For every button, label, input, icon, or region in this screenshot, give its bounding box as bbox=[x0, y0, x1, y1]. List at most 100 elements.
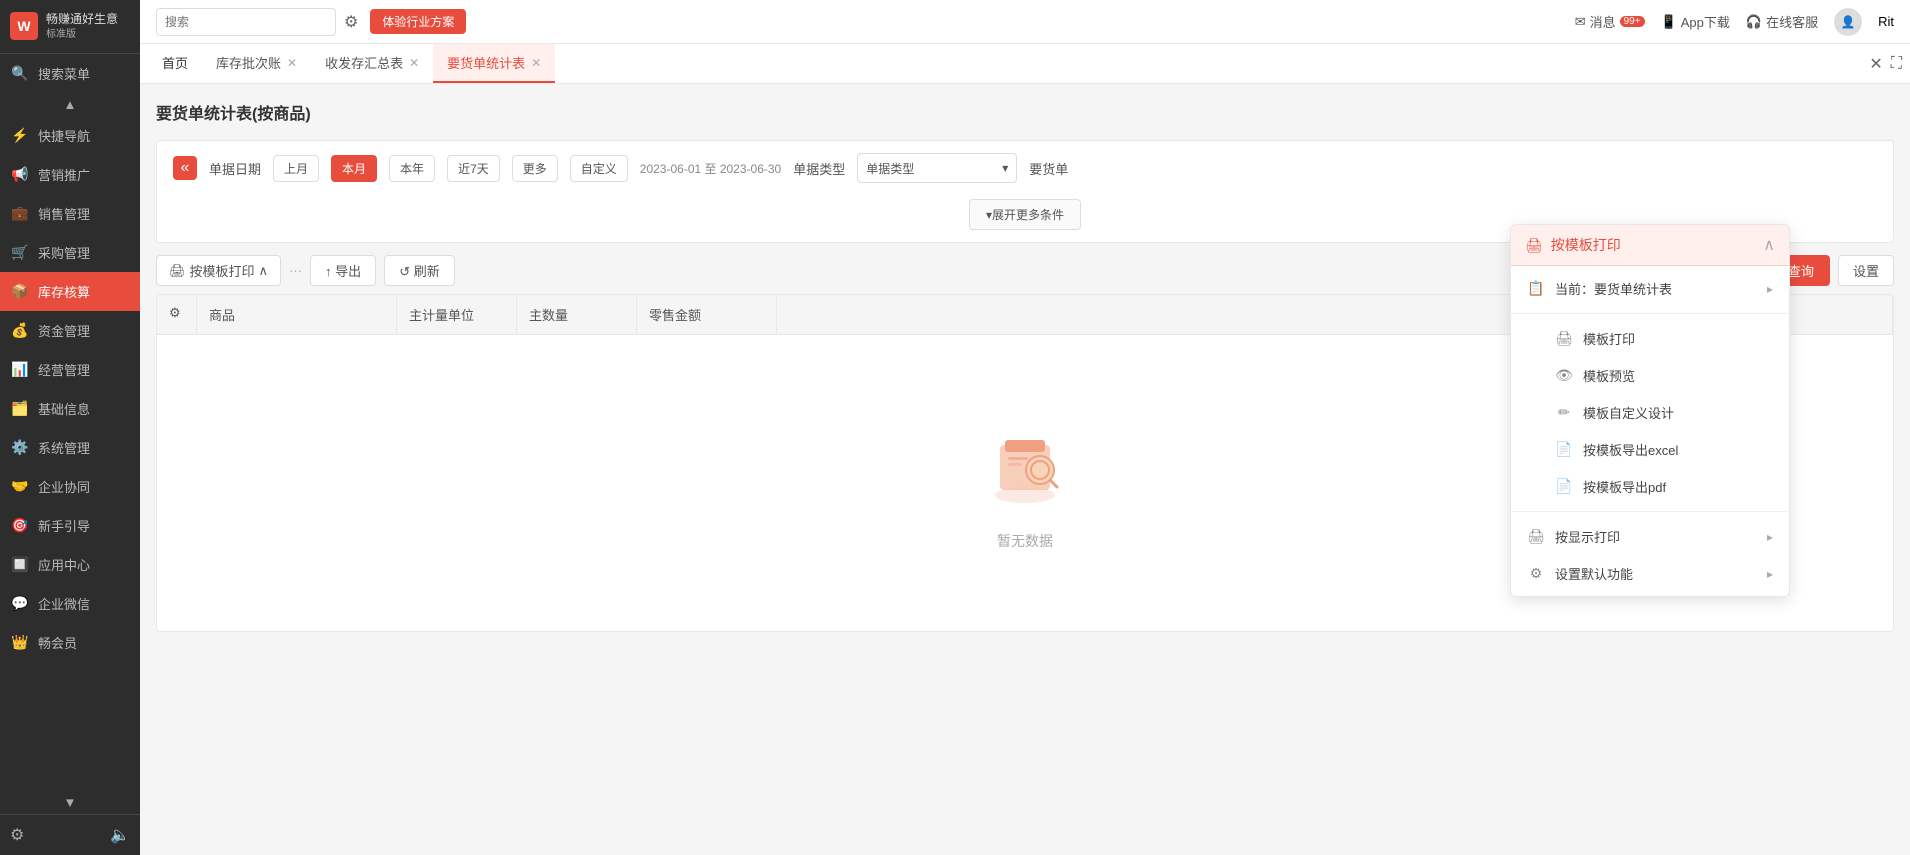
scroll-up-button[interactable]: ▲ bbox=[0, 93, 140, 116]
design-icon: ✏ bbox=[1555, 404, 1573, 421]
sidebar-item-member[interactable]: 👑 畅会员 bbox=[0, 623, 140, 662]
printer-icon: 🖨 bbox=[169, 263, 186, 279]
close-tab-order-stats[interactable]: ✕ bbox=[531, 56, 541, 70]
system-icon: ⚙️ bbox=[10, 439, 30, 456]
chevron-down-icon: ▾ bbox=[1002, 161, 1008, 175]
template-custom-item[interactable]: ✏ 模板自定义设计 bbox=[1511, 394, 1789, 431]
refresh-button[interactable]: ↺ 刷新 bbox=[384, 255, 455, 286]
date-filter-label: 单据日期 bbox=[209, 159, 261, 178]
online-service-button[interactable]: 🎧 在线客服 bbox=[1746, 12, 1818, 31]
guide-icon: 🎯 bbox=[10, 517, 30, 534]
divider-2 bbox=[1511, 511, 1789, 512]
dropdown-title: 🖨 按模板打印 bbox=[1525, 235, 1621, 255]
empty-illustration bbox=[975, 415, 1075, 515]
preview-icon: 👁 bbox=[1555, 367, 1573, 384]
divider-1 bbox=[1511, 313, 1789, 314]
date-btn-this-month[interactable]: 本月 bbox=[331, 155, 377, 182]
tabs-bar: 首页 库存批次账 ✕ 收发存汇总表 ✕ 要货单统计表 ✕ ✕ ⛶ bbox=[140, 44, 1910, 84]
order-type-label: 单据类型 bbox=[793, 159, 845, 178]
sidebar-item-basic[interactable]: 🗂️ 基础信息 bbox=[0, 389, 140, 428]
tab-home[interactable]: 首页 bbox=[148, 44, 202, 83]
app-logo-icon: W bbox=[10, 12, 38, 40]
date-btn-custom[interactable]: 自定义 bbox=[570, 155, 628, 182]
template-print-item[interactable]: 🖨 模板打印 bbox=[1511, 320, 1789, 357]
sidebar-item-system[interactable]: ⚙️ 系统管理 bbox=[0, 428, 140, 467]
page-title: 要货单统计表(按商品) bbox=[156, 100, 1894, 124]
current-template-section: 📋 当前：要货单统计表 ▸ bbox=[1511, 266, 1789, 311]
settings-bottom-button[interactable]: ⚙ bbox=[10, 825, 24, 845]
pdf-icon: 📄 bbox=[1555, 478, 1573, 495]
sidebar-nav: ⚡ 快捷导航 📢 营销推广 💼 销售管理 🛒 采购管理 📦 库存核算 💰 资金管… bbox=[0, 116, 140, 791]
date-btn-this-year[interactable]: 本年 bbox=[389, 155, 435, 182]
search-menu[interactable]: 🔍 搜索菜单 bbox=[0, 54, 140, 93]
cooperate-icon: 🤝 bbox=[10, 478, 30, 495]
date-btn-7days[interactable]: 近7天 bbox=[447, 155, 500, 182]
volume-bottom-button[interactable]: 🔈 bbox=[110, 825, 130, 845]
messages-button[interactable]: ✉ 消息 99+ bbox=[1575, 12, 1645, 31]
th-product: 商品 bbox=[197, 295, 397, 334]
empty-text: 暂无数据 bbox=[997, 531, 1053, 551]
export-icon: ↑ bbox=[325, 264, 332, 279]
export-button[interactable]: ↑ 导出 bbox=[310, 255, 376, 286]
app-center-icon: 🔲 bbox=[10, 556, 30, 573]
filter-row: « 单据日期 上月 本月 本年 近7天 更多 自定义 2023-06-01 至 … bbox=[173, 153, 1877, 183]
trial-button[interactable]: 体验行业方案 bbox=[370, 9, 466, 34]
tab-order-stats[interactable]: 要货单统计表 ✕ bbox=[433, 44, 555, 83]
sidebar-item-quick-nav[interactable]: ⚡ 快捷导航 bbox=[0, 116, 140, 155]
date-btn-last-month[interactable]: 上月 bbox=[273, 155, 319, 182]
filter-expand-button[interactable]: « bbox=[173, 156, 197, 180]
chevron-right-icon: ▸ bbox=[1767, 282, 1773, 296]
display-print-item[interactable]: 🖨 按显示打印 ▸ bbox=[1511, 518, 1789, 555]
app-download-button[interactable]: 📱 App下载 bbox=[1661, 12, 1730, 31]
tabs-actions: ✕ ⛶ bbox=[1869, 44, 1902, 83]
template-export-pdf-item[interactable]: 📄 按模板导出pdf bbox=[1511, 468, 1789, 505]
th-unit: 主计量单位 bbox=[397, 295, 517, 334]
headset-icon: 🎧 bbox=[1746, 14, 1762, 30]
sidebar-item-cooperate[interactable]: 🤝 企业协同 bbox=[0, 467, 140, 506]
close-tab-batch-account[interactable]: ✕ bbox=[287, 56, 297, 70]
tab-payment-summary[interactable]: 收发存汇总表 ✕ bbox=[311, 44, 433, 83]
refresh-icon: ↺ bbox=[399, 264, 410, 279]
close-all-tabs-button[interactable]: ✕ bbox=[1869, 54, 1882, 74]
sidebar-item-guide[interactable]: 🎯 新手引导 bbox=[0, 506, 140, 545]
sidebar-item-operation[interactable]: 📊 经营管理 bbox=[0, 350, 140, 389]
sidebar-item-corp-wechat[interactable]: 💬 企业微信 bbox=[0, 584, 140, 623]
basic-icon: 🗂️ bbox=[10, 400, 30, 417]
sidebar-item-inventory[interactable]: 📦 库存核算 bbox=[0, 272, 140, 311]
expand-more-button[interactable]: ▾ 展开更多条件 bbox=[969, 199, 1081, 230]
th-settings[interactable]: ⚙ bbox=[157, 295, 197, 334]
page-content: 要货单统计表(按商品) « 单据日期 上月 本月 本年 近7天 更多 自定义 2… bbox=[140, 84, 1910, 855]
printer-header-icon: 🖨 bbox=[1525, 237, 1543, 254]
excel-icon: 📄 bbox=[1555, 441, 1573, 458]
date-btn-more[interactable]: 更多 bbox=[512, 155, 558, 182]
close-tab-payment-summary[interactable]: ✕ bbox=[409, 56, 419, 70]
template-preview-item[interactable]: 👁 模板预览 bbox=[1511, 357, 1789, 394]
settings-button[interactable]: 设置 bbox=[1838, 255, 1894, 286]
sidebar-item-sales[interactable]: 💼 销售管理 bbox=[0, 194, 140, 233]
more-options-icon[interactable]: ··· bbox=[289, 263, 302, 278]
dropdown-close-button[interactable]: ∧ bbox=[1763, 235, 1775, 255]
avatar[interactable]: 👤 bbox=[1834, 8, 1862, 36]
sidebar-item-app-center[interactable]: 🔲 应用中心 bbox=[0, 545, 140, 584]
topbar-right: ✉ 消息 99+ 📱 App下载 🎧 在线客服 👤 Rit bbox=[1575, 8, 1894, 36]
scroll-down-button[interactable]: ▼ bbox=[0, 791, 140, 814]
toolbar-left: 🖨 按模板打印 ∧ ··· ↑ 导出 ↺ 刷新 bbox=[156, 255, 455, 286]
sidebar: W 畅赚通好生意 标准版 🔍 搜索菜单 ▲ ⚡ 快捷导航 📢 营销推广 💼 销售… bbox=[0, 0, 140, 855]
gear-icon[interactable]: ⚙ bbox=[344, 12, 358, 32]
sales-icon: 💼 bbox=[10, 205, 30, 222]
chevron-up-icon: ∧ bbox=[259, 263, 269, 279]
template-export-excel-item[interactable]: 📄 按模板导出excel bbox=[1511, 431, 1789, 468]
set-default-item[interactable]: ⚙ 设置默认功能 ▸ bbox=[1511, 555, 1789, 592]
order-type-select[interactable]: 单据类型 ▾ bbox=[857, 153, 1017, 183]
topbar: ⚙ 体验行业方案 ✉ 消息 99+ 📱 App下载 🎧 在线客服 👤 Rit bbox=[140, 0, 1910, 44]
print-template-button[interactable]: 🖨 按模板打印 ∧ bbox=[156, 255, 281, 286]
tab-batch-account[interactable]: 库存批次账 ✕ bbox=[202, 44, 311, 83]
sidebar-item-marketing[interactable]: 📢 营销推广 bbox=[0, 155, 140, 194]
current-template-item[interactable]: 📋 当前：要货单统计表 ▸ bbox=[1511, 270, 1789, 307]
username-label: Rit bbox=[1878, 14, 1894, 29]
member-icon: 👑 bbox=[10, 634, 30, 651]
sidebar-item-finance[interactable]: 💰 资金管理 bbox=[0, 311, 140, 350]
maximize-button[interactable]: ⛶ bbox=[1891, 55, 1902, 73]
search-input[interactable] bbox=[156, 8, 336, 36]
sidebar-item-purchase[interactable]: 🛒 采购管理 bbox=[0, 233, 140, 272]
